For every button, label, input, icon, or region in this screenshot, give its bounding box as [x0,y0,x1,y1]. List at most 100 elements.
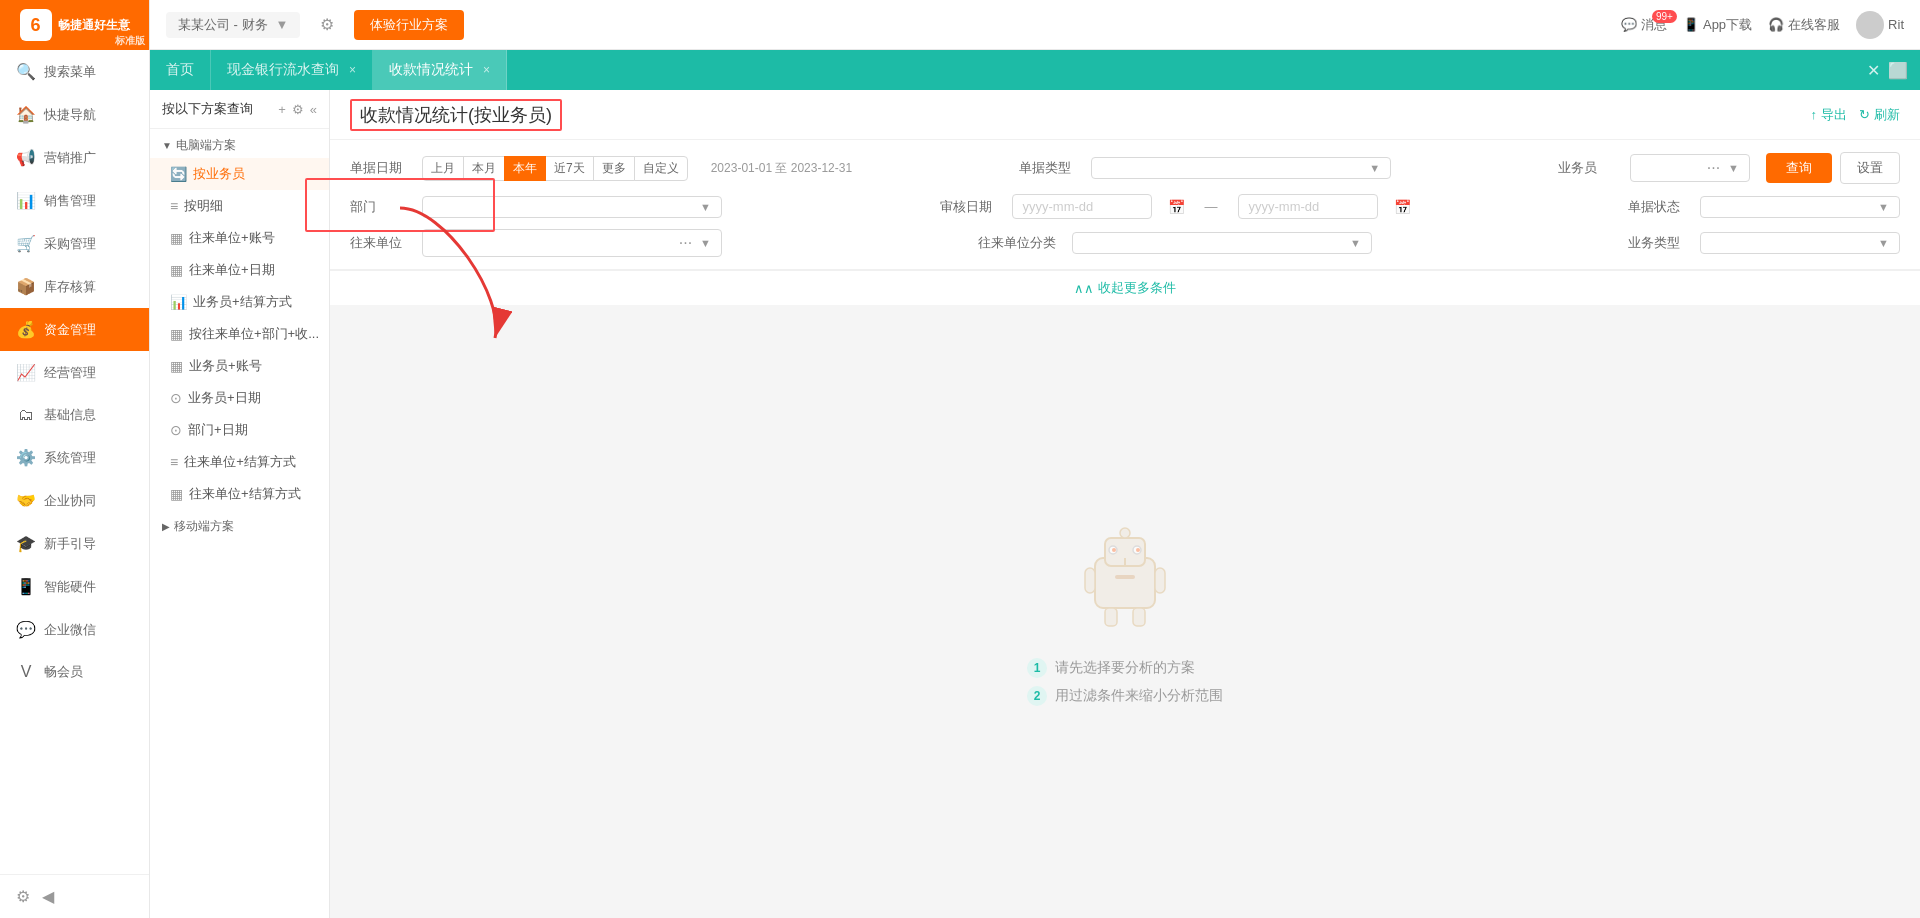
tab-close-bank[interactable]: × [349,63,356,77]
title-actions: ↑ 导出 ↻ 刷新 [1811,106,1901,124]
sidebar-item-quicknav[interactable]: 🏠快捷导航 [0,93,149,136]
scheme-item-unit_settle2[interactable]: ▦往来单位+结算方式 [150,478,329,510]
sidebar-item-hardware[interactable]: 📱智能硬件 [0,565,149,608]
doc-status-select[interactable]: ▼ [1700,196,1900,218]
date-tab-2[interactable]: 本年 [504,156,546,181]
sidebar-item-vip[interactable]: V畅会员 [0,651,149,693]
nav-label-sales: 销售管理 [44,192,96,210]
nav-icon-system: ⚙️ [16,448,36,467]
scheme-group-pc[interactable]: ▼电脑端方案 [150,129,329,158]
sidebar-item-operation[interactable]: 📈经营管理 [0,351,149,394]
tab-close-collect[interactable]: × [483,63,490,77]
filter-area: 单据日期 上月本月本年近7天更多自定义 2023-01-01 至 2023-12… [330,140,1920,270]
date-tab-0[interactable]: 上月 [422,156,464,181]
collapse-bar[interactable]: ∧∧ 收起更多条件 [330,270,1920,305]
scheme-settings-icon[interactable]: ⚙ [292,102,304,117]
sidebar-item-guide[interactable]: 🎓新手引导 [0,522,149,565]
scheme-item-unit_account[interactable]: ▦往来单位+账号 [150,222,329,254]
sidebar-item-marketing[interactable]: 📢营销推广 [0,136,149,179]
audit-date-from[interactable]: yyyy-mm-dd [1012,194,1152,219]
user-area[interactable]: Rit [1856,11,1904,39]
staff-select[interactable]: ··· ▼ [1630,154,1750,182]
tip-num-0: 1 [1027,658,1047,678]
settings-button[interactable]: 设置 [1840,152,1900,184]
scheme-label-staff_date: 业务员+日期 [188,389,261,407]
sidebar-item-system[interactable]: ⚙️系统管理 [0,436,149,479]
sidebar-item-purchase[interactable]: 🛒采购管理 [0,222,149,265]
nav-icon-purchase: 🛒 [16,234,36,253]
sidebar-item-corp[interactable]: 🤝企业协同 [0,479,149,522]
export-link[interactable]: ↑ 导出 [1811,106,1848,124]
settings-bottom-icon[interactable]: ⚙ [16,887,30,906]
nav-icon-wechat: 💬 [16,620,36,639]
add-scheme-icon[interactable]: + [278,102,286,117]
tip-text-1: 用过滤条件来缩小分析范围 [1055,687,1223,705]
tab-bank[interactable]: 现金银行流水查询× [211,50,373,90]
scheme-item-unit_dept[interactable]: ▦按往来单位+部门+收... [150,318,329,350]
nav-label-corp: 企业协同 [44,492,96,510]
query-button[interactable]: 查询 [1766,153,1832,183]
staff-dots[interactable]: ··· [1703,159,1724,177]
tab-home[interactable]: 首页 [150,50,211,90]
calendar-to-icon[interactable]: 📅 [1394,199,1411,215]
close-window-icon[interactable]: ✕ [1867,61,1880,80]
sidebar: 6 畅捷通好生意 标准版 🔍搜索菜单🏠快捷导航📢营销推广📊销售管理🛒采购管理📦库… [0,0,150,918]
scheme-label-unit_settle1: 往来单位+结算方式 [184,453,296,471]
unit-category-select[interactable]: ▼ [1072,232,1372,254]
nav-label-finance: 资金管理 [44,321,96,339]
scheme-item-staff_date[interactable]: ⊙业务员+日期 [150,382,329,414]
audit-date-to[interactable]: yyyy-mm-dd [1238,194,1378,219]
calendar-from-icon[interactable]: 📅 [1168,199,1185,215]
scheme-item-unit_date[interactable]: ▦往来单位+日期 [150,254,329,286]
scheme-item-by_staff[interactable]: 🔄按业务员 [150,158,329,190]
breadcrumb: 某某公司 - 财务 ▼ [166,12,300,38]
page-title: 收款情况统计(按业务员) [350,99,562,131]
scheme-item-staff_account[interactable]: ▦业务员+账号 [150,350,329,382]
tab-collect[interactable]: 收款情况统计× [373,50,507,90]
header-settings-icon[interactable]: ⚙ [320,15,334,34]
svg-rect-10 [1105,608,1117,626]
scheme-item-dept_date[interactable]: ⊙部门+日期 [150,414,329,446]
svg-rect-11 [1133,608,1145,626]
scheme-item-staff_settle[interactable]: 📊业务员+结算方式 [150,286,329,318]
sidebar-item-search[interactable]: 🔍搜索菜单 [0,50,149,93]
page-content: 按以下方案查询 + ⚙ « ▼电脑端方案🔄按业务员≡按明细▦往来单位+账号▦往来… [150,90,1920,918]
from-unit-dots[interactable]: ··· [675,234,696,252]
doc-type-select[interactable]: ▼ [1091,157,1391,179]
dept-arrow: ▼ [700,201,711,213]
nav-icon-hardware: 📱 [16,577,36,596]
app-logo: 6 畅捷通好生意 标准版 [0,0,149,50]
date-tab-4[interactable]: 更多 [593,156,635,181]
collapse-sidebar-icon[interactable]: ◀ [42,887,54,906]
biz-type-select[interactable]: ▼ [1700,232,1900,254]
scheme-collapse-icon[interactable]: « [310,102,317,117]
message-badge: 99+ [1652,10,1677,23]
sidebar-item-basicinfo[interactable]: 🗂基础信息 [0,394,149,436]
date-label: 单据日期 [350,159,406,177]
message-action[interactable]: 💬 消息 99+ [1621,16,1667,34]
maximize-window-icon[interactable]: ⬜ [1888,61,1908,80]
date-tab-3[interactable]: 近7天 [545,156,594,181]
refresh-link[interactable]: ↻ 刷新 [1859,106,1900,124]
online-service-action[interactable]: 🎧 在线客服 [1768,16,1840,34]
svg-rect-7 [1115,575,1135,579]
right-panel: 收款情况统计(按业务员) ↑ 导出 ↻ 刷新 单据日期 [330,90,1920,918]
nav-icon-quicknav: 🏠 [16,105,36,124]
scheme-item-unit_settle1[interactable]: ≡往来单位+结算方式 [150,446,329,478]
sidebar-item-finance[interactable]: 💰资金管理 [0,308,149,351]
trial-button[interactable]: 体验行业方案 [354,10,464,40]
app-download-action[interactable]: 📱 App下载 [1683,16,1752,34]
scheme-item-by_detail[interactable]: ≡按明细 [150,190,329,222]
svg-point-6 [1136,548,1140,552]
sidebar-item-wechat[interactable]: 💬企业微信 [0,608,149,651]
sidebar-item-inventory[interactable]: 📦库存核算 [0,265,149,308]
dept-select[interactable]: ▼ [422,196,722,218]
scheme-group-mobile[interactable]: ▶移动端方案 [150,510,329,539]
collapse-icon: ∧∧ [1074,281,1094,296]
sidebar-item-sales[interactable]: 📊销售管理 [0,179,149,222]
nav-icon-search: 🔍 [16,62,36,81]
from-unit-select[interactable]: ··· ▼ [422,229,722,257]
date-tab-1[interactable]: 本月 [463,156,505,181]
date-tab-5[interactable]: 自定义 [634,156,688,181]
main-area: 某某公司 - 财务 ▼ ⚙ 体验行业方案 💬 消息 99+ 📱 App下载 🎧 … [150,0,1920,918]
